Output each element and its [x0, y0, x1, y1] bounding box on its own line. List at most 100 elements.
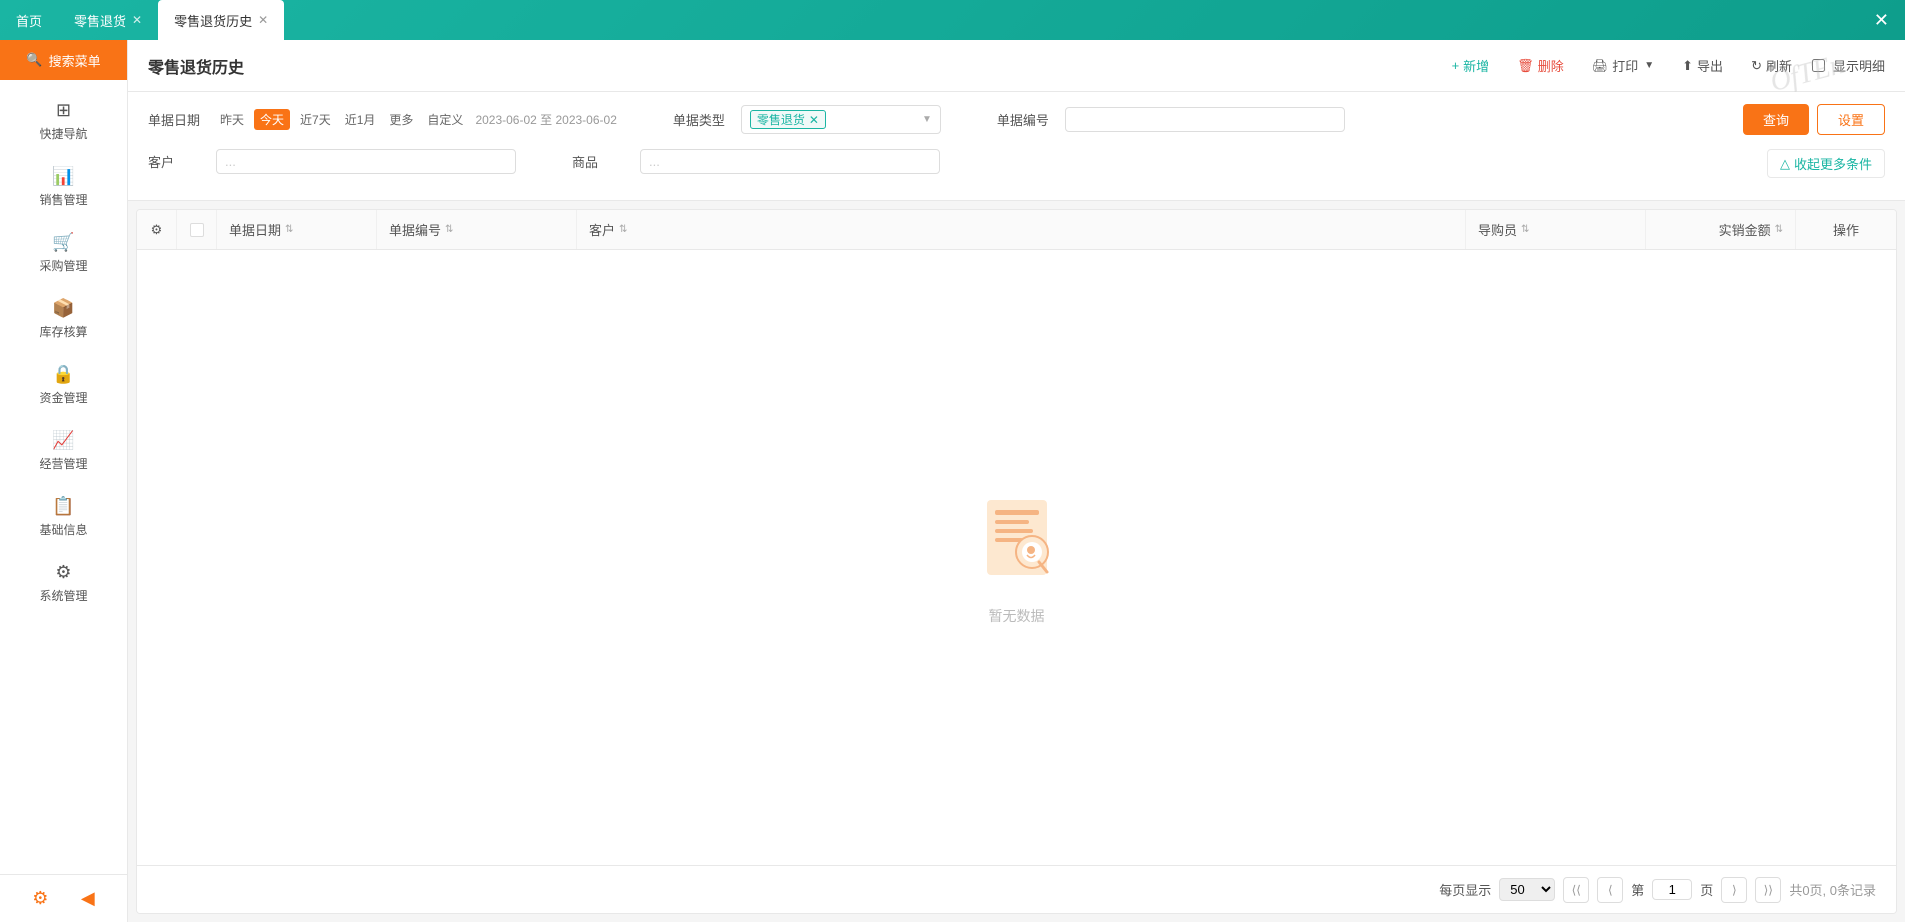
- doc-type-tag-close[interactable]: ✕: [809, 113, 819, 127]
- sidebar-item-purchase-label: 采购管理: [39, 257, 87, 274]
- th-gear[interactable]: ⚙: [137, 210, 177, 249]
- filter-doc-type: 单据类型 零售退货 ✕ ▼: [673, 105, 941, 134]
- delete-button[interactable]: 🗑 删除: [1509, 52, 1572, 79]
- tab-home[interactable]: 首页: [0, 0, 58, 40]
- sidebar-item-sales-label: 销售管理: [39, 191, 87, 208]
- tab-home-label: 首页: [16, 11, 42, 30]
- customer-placeholder: ...: [225, 154, 236, 169]
- th-num-sort-icon[interactable]: ⇅: [445, 224, 453, 235]
- th-amount: 实销金额 ⇅: [1646, 210, 1796, 249]
- system-icon: ⚙: [55, 562, 71, 583]
- sidebar-item-system-label: 系统管理: [39, 587, 87, 604]
- sidebar-item-operation[interactable]: 📈 经营管理: [0, 418, 127, 484]
- window-close-button[interactable]: ✕: [1858, 10, 1905, 31]
- date-filter-label: 单据日期: [148, 110, 208, 129]
- per-page-select[interactable]: 50 10 20 100: [1499, 878, 1555, 901]
- sidebar-search-label: 搜索菜单: [49, 51, 101, 70]
- page-title: 零售退货历史: [148, 54, 244, 78]
- sidebar-item-system[interactable]: ⚙ 系统管理: [0, 550, 127, 616]
- tab-retail-return-history[interactable]: 零售退货历史 ✕: [158, 0, 284, 40]
- goods-input[interactable]: ...: [640, 149, 940, 174]
- customer-input[interactable]: ...: [216, 149, 516, 174]
- total-info: 共0页, 0条记录: [1789, 880, 1876, 899]
- top-bar: 首页 零售退货 ✕ 零售退货历史 ✕ ✕: [0, 0, 1905, 40]
- per-page-label: 每页显示: [1439, 880, 1491, 899]
- tab-list: 首页 零售退货 ✕ 零售退货历史 ✕: [0, 0, 1858, 40]
- page-last-button[interactable]: ⟩⟩: [1755, 877, 1781, 903]
- th-date: 单据日期 ⇅: [217, 210, 377, 249]
- content-area: 零售退货历史 + 新增 🗑 删除 🖨 打印 ▼ ⬆ 导出: [128, 40, 1905, 922]
- tab-retail-return-close[interactable]: ✕: [132, 13, 142, 27]
- tab-retail-return[interactable]: 零售退货 ✕: [58, 0, 158, 40]
- table-header: ⚙ 单据日期 ⇅ 单据编号 ⇅ 客户 ⇅ 导购员 ⇅: [137, 210, 1896, 250]
- goods-label: 商品: [572, 152, 632, 171]
- new-button[interactable]: + 新增: [1444, 52, 1498, 79]
- new-icon: +: [1452, 58, 1460, 73]
- doc-type-select[interactable]: 零售退货 ✕ ▼: [741, 105, 941, 134]
- query-button[interactable]: 查询: [1743, 104, 1809, 135]
- th-operate-label: 操作: [1833, 220, 1859, 239]
- date-shortcuts: 昨天 今天 近7天 近1月 更多 自定义: [216, 109, 467, 130]
- th-num-label: 单据编号: [389, 220, 441, 239]
- settings-bottom-icon[interactable]: ⚙: [32, 888, 48, 909]
- header-checkbox[interactable]: [190, 223, 204, 237]
- date-more[interactable]: 更多: [385, 109, 417, 130]
- doc-type-tag-value: 零售退货: [757, 111, 805, 128]
- date-range-value: 2023-06-02 至 2023-06-02: [475, 111, 616, 128]
- sidebar: 🔍 搜索菜单 ⊞ 快捷导航 📊 销售管理 🛒 采购管理 📦 库存核算 🔒: [0, 40, 128, 922]
- date-7days[interactable]: 近7天: [296, 109, 335, 130]
- sales-icon: 📊: [52, 166, 74, 187]
- page-prev-button[interactable]: ⟨: [1597, 877, 1623, 903]
- export-icon: ⬆: [1682, 58, 1693, 74]
- page-number-input[interactable]: [1652, 879, 1692, 900]
- sidebar-item-sales[interactable]: 📊 销售管理: [0, 154, 127, 220]
- customer-label: 客户: [148, 152, 208, 171]
- doc-type-label: 单据类型: [673, 110, 733, 129]
- th-operate: 操作: [1796, 210, 1896, 249]
- collapse-filter-button[interactable]: △ 收起更多条件: [1767, 149, 1885, 178]
- page-next-button[interactable]: ⟩: [1721, 877, 1747, 903]
- date-yesterday[interactable]: 昨天: [216, 109, 248, 130]
- date-custom[interactable]: 自定义: [423, 109, 467, 130]
- sidebar-item-quick-nav-label: 快捷导航: [39, 125, 87, 142]
- delete-label: 删除: [1538, 56, 1564, 75]
- th-guide-sort-icon[interactable]: ⇅: [1521, 224, 1529, 235]
- page-first-button[interactable]: ⟨⟨: [1563, 877, 1589, 903]
- refresh-button[interactable]: ↻ 刷新: [1743, 52, 1800, 79]
- date-1month[interactable]: 近1月: [341, 109, 380, 130]
- export-button[interactable]: ⬆ 导出: [1674, 52, 1731, 79]
- show-detail-label: 显示明细: [1833, 56, 1885, 75]
- search-icon: 🔍: [26, 52, 42, 68]
- show-detail-toggle[interactable]: 显示明细: [1812, 56, 1885, 75]
- sidebar-item-basic[interactable]: 📋 基础信息: [0, 484, 127, 550]
- empty-text: 暂无数据: [989, 606, 1045, 626]
- sidebar-item-inventory[interactable]: 📦 库存核算: [0, 286, 127, 352]
- doc-no-input[interactable]: [1065, 107, 1345, 132]
- table-body: 暂无数据: [137, 250, 1896, 865]
- toolbar: + 新增 🗑 删除 🖨 打印 ▼ ⬆ 导出 ↻: [1444, 52, 1885, 79]
- th-amount-label: 实销金额: [1719, 220, 1771, 239]
- th-date-sort-icon[interactable]: ⇅: [285, 224, 293, 235]
- tab-retail-return-history-close[interactable]: ✕: [258, 13, 268, 27]
- empty-illustration: [967, 490, 1067, 590]
- refresh-icon: ↻: [1751, 58, 1762, 74]
- sidebar-item-quick-nav[interactable]: ⊞ 快捷导航: [0, 88, 127, 154]
- th-amount-sort-icon[interactable]: ⇅: [1775, 224, 1783, 235]
- th-num: 单据编号 ⇅: [377, 210, 577, 249]
- print-dropdown-icon: ▼: [1644, 60, 1654, 71]
- settings-button[interactable]: 设置: [1817, 104, 1885, 135]
- th-customer-sort-icon[interactable]: ⇅: [619, 224, 627, 235]
- quick-nav-icon: ⊞: [56, 100, 71, 121]
- print-button[interactable]: 🖨 打印 ▼: [1584, 52, 1662, 79]
- sidebar-search[interactable]: 🔍 搜索菜单: [0, 40, 127, 80]
- collapse-icon: △: [1780, 156, 1790, 172]
- finance-icon: 🔒: [52, 364, 74, 385]
- sidebar-item-purchase[interactable]: 🛒 采购管理: [0, 220, 127, 286]
- th-checkbox[interactable]: [177, 210, 217, 249]
- show-detail-checkbox[interactable]: [1812, 59, 1825, 72]
- collapse-sidebar-icon[interactable]: ◀: [81, 888, 95, 909]
- th-guide-label: 导购员: [1478, 220, 1517, 239]
- refresh-label: 刷新: [1766, 56, 1792, 75]
- sidebar-item-finance[interactable]: 🔒 资金管理: [0, 352, 127, 418]
- date-today[interactable]: 今天: [254, 109, 290, 130]
